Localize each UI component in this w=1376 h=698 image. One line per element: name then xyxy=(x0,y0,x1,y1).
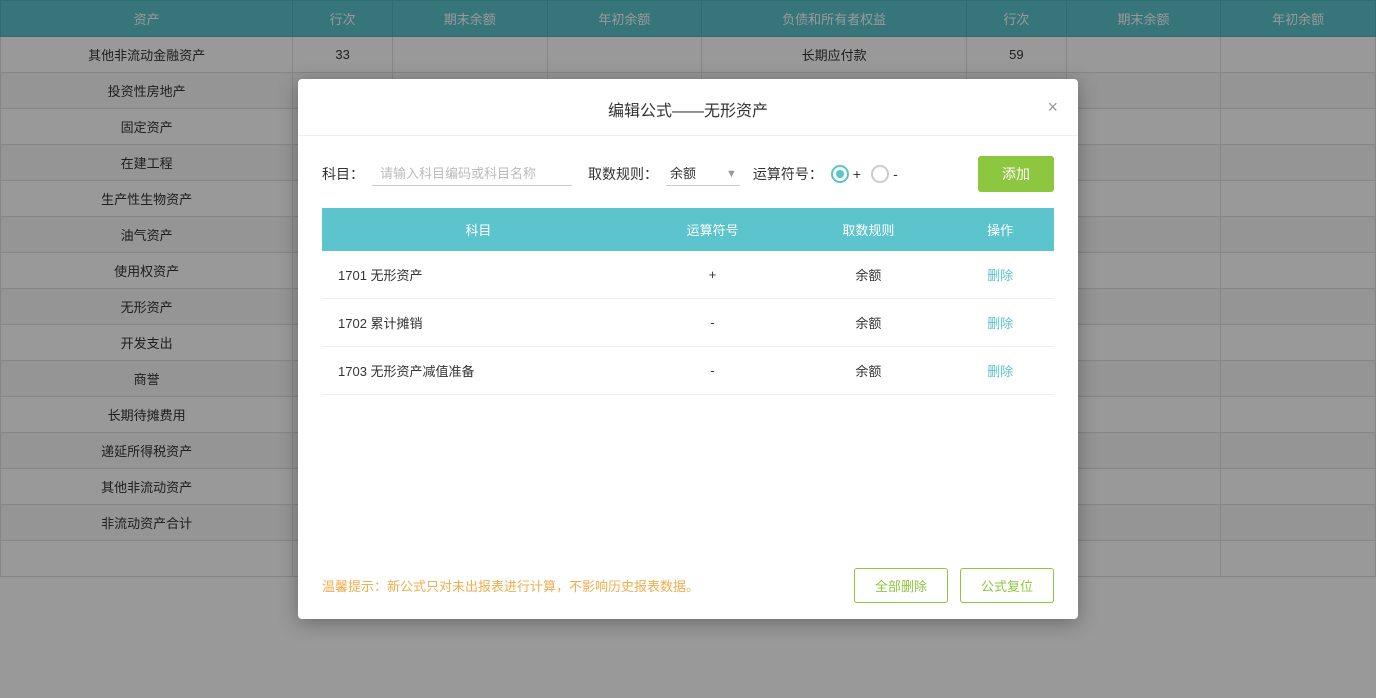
modal-cell-action: 删除 xyxy=(946,347,1054,395)
modal-cell-action: 删除 xyxy=(946,251,1054,299)
form-row: 科目： 取数规则： 余额 借方发生额 贷方发生额 ▼ 运算符号： xyxy=(298,136,1078,208)
radio-minus[interactable]: - xyxy=(871,165,898,183)
rule-select-wrapper: 余额 借方发生额 贷方发生额 ▼ xyxy=(666,162,737,186)
subject-group: 科目： xyxy=(322,162,572,186)
modal-cell-rule: 余额 xyxy=(791,251,947,299)
delete-link[interactable]: 删除 xyxy=(987,268,1013,283)
reset-button[interactable]: 公式复位 xyxy=(960,568,1054,603)
close-button[interactable]: × xyxy=(1043,94,1062,120)
col-subject: 科目 xyxy=(322,208,635,251)
radio-group: + - xyxy=(831,165,898,183)
radio-plus[interactable]: + xyxy=(831,165,861,183)
radio-minus-label: - xyxy=(893,166,898,182)
subject-input[interactable] xyxy=(372,162,572,186)
operator-group: 运算符号： + - xyxy=(753,164,898,184)
subject-label: 科目： xyxy=(322,164,364,184)
operator-label: 运算符号： xyxy=(753,164,823,184)
footer-buttons: 全部删除 公式复位 xyxy=(854,568,1054,603)
modal-cell-operator: + xyxy=(635,251,791,299)
col-operator: 运算符号 xyxy=(635,208,791,251)
modal-table-row: 1702 累计摊销 - 余额 删除 xyxy=(322,299,1054,347)
modal-cell-rule: 余额 xyxy=(791,299,947,347)
modal-cell-action: 删除 xyxy=(946,299,1054,347)
col-rule: 取数规则 xyxy=(791,208,947,251)
modal-overlay: 编辑公式——无形资产 × 科目： 取数规则： 余额 借方发生额 贷方发生额 ▼ xyxy=(0,0,1376,698)
add-button[interactable]: 添加 xyxy=(978,156,1054,192)
rule-group: 取数规则： 余额 借方发生额 贷方发生额 ▼ xyxy=(588,162,737,186)
modal-cell-rule: 余额 xyxy=(791,347,947,395)
modal-footer: 温馨提示：新公式只对未出报表进行计算，不影响历史报表数据。 全部删除 公式复位 xyxy=(298,552,1078,619)
modal-table-wrapper: 科目 运算符号 取数规则 操作 1701 无形资产 + 余额 删除 1702 累… xyxy=(298,208,1078,552)
hint-text: 温馨提示：新公式只对未出报表进行计算，不影响历史报表数据。 xyxy=(322,576,699,595)
radio-plus-label: + xyxy=(853,166,861,182)
rule-select[interactable]: 余额 借方发生额 贷方发生额 xyxy=(666,162,740,186)
modal-cell-subject: 1703 无形资产减值准备 xyxy=(322,347,635,395)
delete-link[interactable]: 删除 xyxy=(987,316,1013,331)
radio-plus-circle xyxy=(831,165,849,183)
modal-header: 编辑公式——无形资产 × xyxy=(298,79,1078,136)
modal-cell-operator: - xyxy=(635,299,791,347)
modal-table-row: 1703 无形资产减值准备 - 余额 删除 xyxy=(322,347,1054,395)
delete-all-button[interactable]: 全部删除 xyxy=(854,568,948,603)
rule-label: 取数规则： xyxy=(588,164,658,184)
modal-cell-operator: - xyxy=(635,347,791,395)
modal-dialog: 编辑公式——无形资产 × 科目： 取数规则： 余额 借方发生额 贷方发生额 ▼ xyxy=(298,79,1078,619)
col-action: 操作 xyxy=(946,208,1054,251)
modal-cell-subject: 1701 无形资产 xyxy=(322,251,635,299)
modal-cell-subject: 1702 累计摊销 xyxy=(322,299,635,347)
modal-title: 编辑公式——无形资产 xyxy=(608,97,768,121)
modal-table: 科目 运算符号 取数规则 操作 1701 无形资产 + 余额 删除 1702 累… xyxy=(322,208,1054,395)
delete-link[interactable]: 删除 xyxy=(987,364,1013,379)
modal-table-row: 1701 无形资产 + 余额 删除 xyxy=(322,251,1054,299)
radio-minus-circle xyxy=(871,165,889,183)
